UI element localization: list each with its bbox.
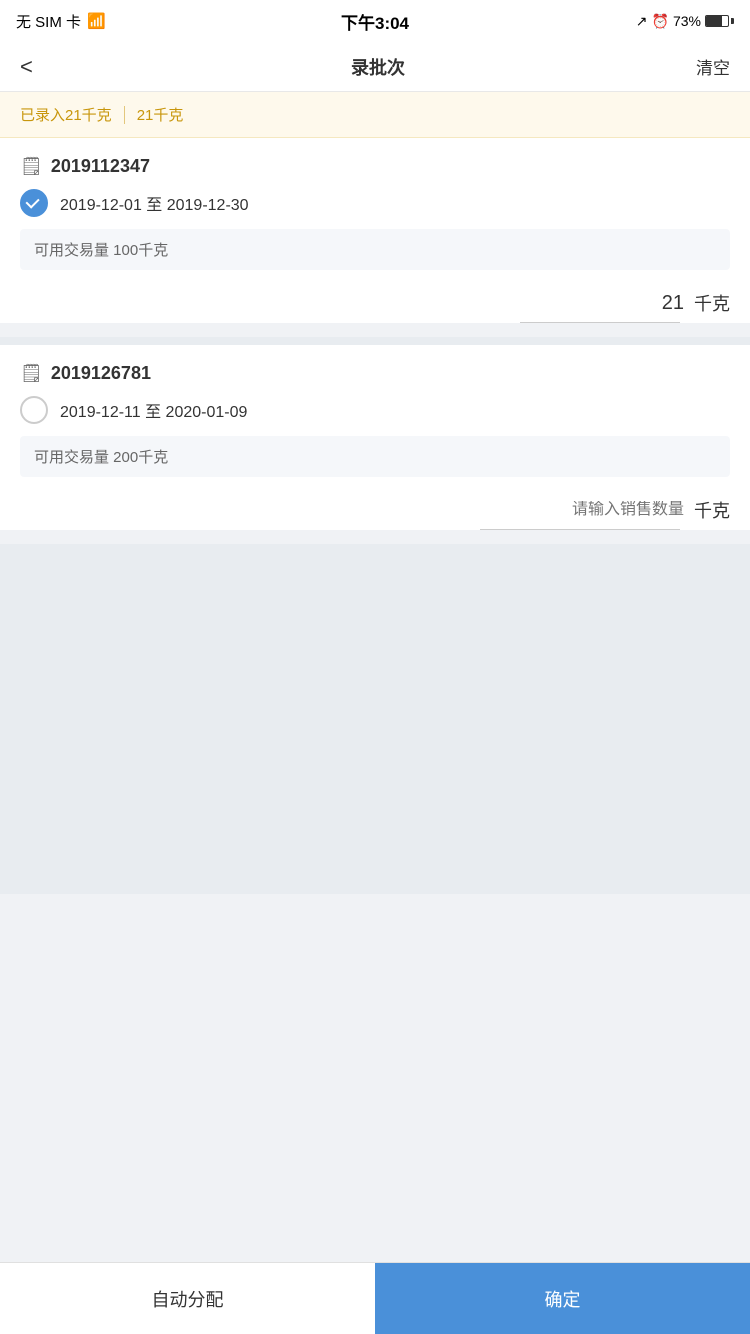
batch-row-2: 2019-12-11 至 2020-01-09: [0, 392, 750, 432]
batch-row-1: 2019-12-01 至 2019-12-30: [0, 185, 750, 225]
battery-rect: [705, 15, 729, 27]
back-button[interactable]: <: [20, 54, 60, 80]
radio-button-2[interactable]: [20, 396, 48, 424]
batch-id-1: 2019112347: [51, 156, 150, 177]
battery-fill: [706, 16, 722, 26]
batch-date-2: 2019-12-11 至 2020-01-09: [60, 398, 247, 422]
alarm-icon: ⏰: [652, 13, 669, 30]
battery-tip: [731, 18, 734, 24]
quantity-container-1: 21 千克: [0, 282, 750, 316]
clear-button[interactable]: 清空: [696, 54, 730, 79]
nav-bar: < 录批次 清空: [0, 42, 750, 92]
unit-label-2: 千克: [694, 497, 730, 523]
page-title: 录批次: [351, 54, 405, 80]
status-right: ↗ ⏰ 73%: [636, 13, 734, 30]
batch-item-1: 🗒 2019112347 2019-12-01 至 2019-12-30 可用交…: [0, 138, 750, 323]
batch-header-2: 🗒 2019126781: [0, 345, 750, 392]
status-left: 无 SIM 卡 📶: [16, 11, 106, 32]
input-underline-2: [480, 529, 680, 530]
main-content: 🗒 2019112347 2019-12-01 至 2019-12-30 可用交…: [0, 138, 750, 966]
confirm-button[interactable]: 确定: [375, 1263, 750, 1334]
unit-label-1: 千克: [694, 290, 730, 316]
battery-indicator: [705, 15, 734, 27]
radio-button-1[interactable]: [20, 189, 48, 217]
section-divider: [0, 337, 750, 345]
batch-item-2: 🗒 2019126781 2019-12-11 至 2020-01-09 可用交…: [0, 345, 750, 530]
footer: 自动分配 确定: [0, 1262, 750, 1334]
batch-date-1: 2019-12-01 至 2019-12-30: [60, 191, 249, 215]
batch-doc-icon-2: 🗒: [20, 363, 43, 384]
info-divider: [124, 106, 125, 124]
recorded-amount: 已录入21千克: [20, 104, 112, 125]
total-amount: 21千克: [137, 104, 184, 125]
quantity-container-2: 千克: [0, 489, 750, 523]
wifi-icon: 📶: [87, 12, 106, 30]
status-time: 下午3:04: [341, 9, 409, 34]
carrier-text: 无 SIM 卡: [16, 11, 81, 32]
batch-header-1: 🗒 2019112347: [0, 138, 750, 185]
bottom-area: [0, 544, 750, 894]
quantity-value-1: 21: [662, 292, 684, 315]
batch-avail-1: 可用交易量 100千克: [20, 229, 730, 270]
battery-text: 73%: [673, 13, 701, 29]
info-banner: 已录入21千克 21千克: [0, 92, 750, 138]
input-underline-1: [520, 322, 680, 323]
auto-distribute-button[interactable]: 自动分配: [0, 1263, 375, 1334]
batch-id-2: 2019126781: [51, 363, 151, 384]
batch-avail-2: 可用交易量 200千克: [20, 436, 730, 477]
quantity-input-2[interactable]: [504, 501, 684, 519]
status-bar: 无 SIM 卡 📶 下午3:04 ↗ ⏰ 73%: [0, 0, 750, 42]
location-icon: ↗: [636, 13, 648, 30]
batch-doc-icon-1: 🗒: [20, 156, 43, 177]
